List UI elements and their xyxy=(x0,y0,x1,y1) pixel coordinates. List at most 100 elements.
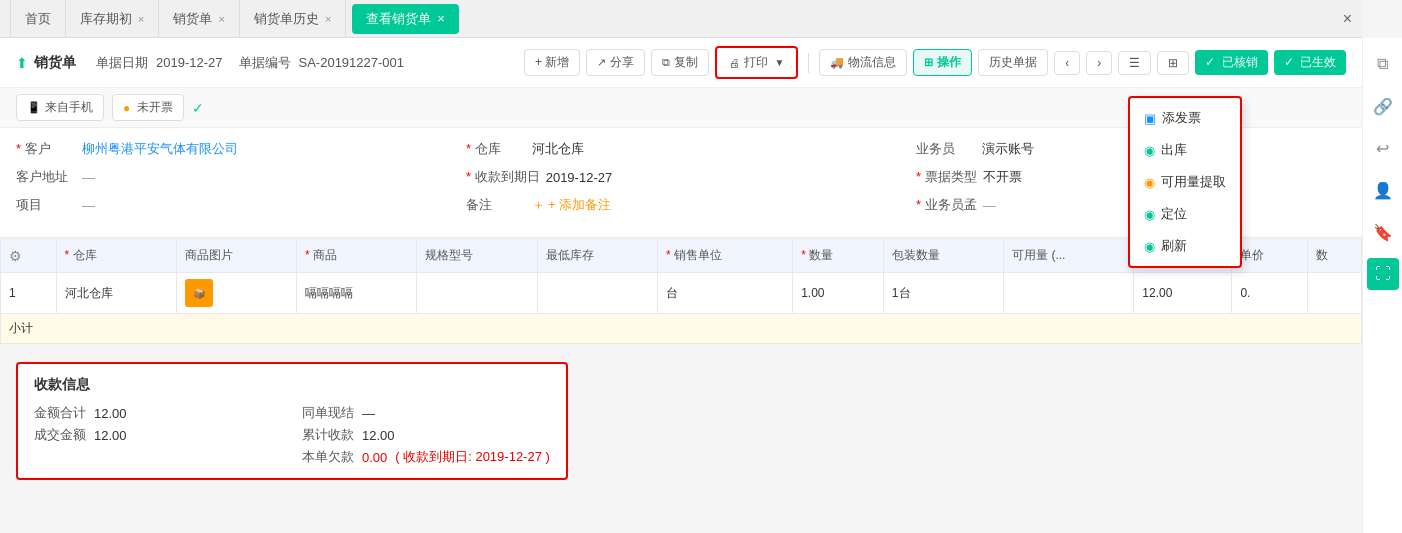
gear-icon[interactable]: ⚙ xyxy=(9,248,22,264)
doc-header: ⬆ 销货单 单据日期 2019-12-27 单据编号 SA-20191227-0… xyxy=(0,38,1362,88)
tab-sales-order[interactable]: 销货单 × xyxy=(159,0,239,38)
row-num: 1 xyxy=(1,273,57,314)
th-unit: 销售单位 xyxy=(658,239,793,273)
address-value: — xyxy=(82,170,95,185)
payment-section: 收款信息 金额合计 12.00 同单现结 — 成交金额 12.00 累计收款 1… xyxy=(0,344,1362,498)
dropdown-outbound[interactable]: ◉ 出库 xyxy=(1130,134,1240,166)
field-remark: 备注 ＋ + 添加备注 xyxy=(466,196,896,214)
tab-inventory-init[interactable]: 库存期初 × xyxy=(66,0,159,38)
check-icon: ✓ xyxy=(192,100,204,116)
th-product: 商品 xyxy=(297,239,417,273)
right-sidebar: ⧉ 🔗 ↩ 👤 🔖 ⛶ xyxy=(1362,38,1402,498)
tab-home[interactable]: 首页 xyxy=(10,0,66,38)
refresh-icon: ◉ xyxy=(1144,239,1155,254)
view-grid-btn[interactable]: ⊞ xyxy=(1157,51,1189,75)
field-due-date: 收款到期日 2019-12-27 xyxy=(466,168,896,186)
customer-label: 客户 xyxy=(16,140,76,158)
global-close-icon[interactable]: × xyxy=(1343,10,1352,28)
th-available: 可用量 (... xyxy=(1004,239,1134,273)
th-gear: ⚙ xyxy=(1,239,57,273)
deal-amount-label: 成交金额 xyxy=(34,426,86,444)
amount-total-label: 金额合计 xyxy=(34,404,86,422)
payment-same-order: 同单现结 — xyxy=(302,404,550,422)
toolbar-sep xyxy=(808,53,809,73)
tab-bar: 首页 库存期初 × 销货单 × 销货单历史 × 查看销货单 × × xyxy=(0,0,1362,38)
cumulative-label: 累计收款 xyxy=(302,426,354,444)
subtotal-label: 小计 xyxy=(1,314,1362,344)
nav-next-btn[interactable]: › xyxy=(1086,51,1112,75)
nav-prev-btn[interactable]: ‹ xyxy=(1054,51,1080,75)
row-qty: 1.00 xyxy=(793,273,884,314)
same-order-value: — xyxy=(362,406,375,421)
share-btn[interactable]: ↗ 分享 xyxy=(586,49,645,76)
tab-close-sales-order[interactable]: × xyxy=(218,13,224,25)
subtotal-row: 小计 xyxy=(1,314,1362,344)
payment-box: 收款信息 金额合计 12.00 同单现结 — 成交金额 12.00 累计收款 1… xyxy=(16,362,568,480)
logistics-btn[interactable]: 🚚 物流信息 xyxy=(819,49,907,76)
row-price: 0. xyxy=(1232,273,1308,314)
table-row: 1 河北仓库 📦 嗝嗝嗝嗝 台 1.00 1台 12.00 0. xyxy=(1,273,1362,314)
due-date-value: 2019-12-27 xyxy=(546,170,613,185)
row-min-stock xyxy=(537,273,657,314)
amount-total-value: 12.00 xyxy=(94,406,127,421)
th-qty: 数量 xyxy=(793,239,884,273)
sidebar-user-icon[interactable]: 👤 xyxy=(1367,174,1399,206)
new-btn[interactable]: + 新增 xyxy=(524,49,580,76)
outbound-icon: ◉ xyxy=(1144,143,1155,158)
row-product: 嗝嗝嗝嗝 xyxy=(297,273,417,314)
customer-value[interactable]: 柳州粤港平安气体有限公司 xyxy=(82,140,238,158)
sidebar-expand-icon[interactable]: ⛶ xyxy=(1367,258,1399,290)
field-customer: 客户 柳州粤港平安气体有限公司 xyxy=(16,140,446,158)
sold-btn[interactable]: ✓ 已核销 xyxy=(1195,50,1267,75)
payment-grid: 金额合计 12.00 同单现结 — 成交金额 12.00 累计收款 12.00 … xyxy=(34,404,550,466)
tab-close-sales-history[interactable]: × xyxy=(325,13,331,25)
history-btn[interactable]: 历史单据 xyxy=(978,49,1048,76)
print-btn[interactable]: 🖨 打印 ▼ xyxy=(719,50,794,75)
sidebar-tag-icon[interactable]: 🔖 xyxy=(1367,216,1399,248)
print-btn-highlight: 🖨 打印 ▼ xyxy=(715,46,798,79)
warehouse-label: 仓库 xyxy=(466,140,526,158)
operation-btn[interactable]: ⊞ 操作 xyxy=(913,49,972,76)
ticket-type-value: 不开票 xyxy=(983,168,1022,186)
view-list-btn[interactable]: ☰ xyxy=(1118,51,1151,75)
tab-sales-history[interactable]: 销货单历史 × xyxy=(240,0,346,38)
add-invoice-icon: ▣ xyxy=(1144,111,1156,126)
sidebar-copy-icon[interactable]: ⧉ xyxy=(1367,48,1399,80)
dropdown-refresh[interactable]: ◉ 刷新 xyxy=(1130,230,1240,262)
th-warehouse: 仓库 xyxy=(56,239,176,273)
tab-close-inventory-init[interactable]: × xyxy=(138,13,144,25)
sidebar-link-icon[interactable]: 🔗 xyxy=(1367,90,1399,122)
field-address: 客户地址 — xyxy=(16,168,446,186)
product-thumbnail: 📦 xyxy=(185,279,213,307)
copy-btn[interactable]: ⧉ 复制 xyxy=(651,49,709,76)
this-order-due-value: 0.00 xyxy=(362,450,387,465)
add-remark-btn[interactable]: ＋ + 添加备注 xyxy=(532,196,611,214)
payment-deal-amount: 成交金额 12.00 xyxy=(34,426,282,444)
not-open-btn[interactable]: 未开票 xyxy=(112,94,184,121)
this-order-due-label: 本单欠款 xyxy=(302,448,354,466)
row-amount xyxy=(1308,273,1362,314)
dropdown-available-qty[interactable]: ◉ 可用量提取 xyxy=(1130,166,1240,198)
cumulative-value: 12.00 xyxy=(362,428,395,443)
dropdown-locate[interactable]: ◉ 定位 xyxy=(1130,198,1240,230)
row-spec xyxy=(417,273,537,314)
doc-date-label: 单据日期 2019-12-27 xyxy=(96,54,223,72)
field-warehouse: 仓库 河北仓库 xyxy=(466,140,896,158)
row-pack-qty: 1台 xyxy=(883,273,1003,314)
doc-meta: 单据日期 2019-12-27 单据编号 SA-20191227-001 xyxy=(96,54,404,72)
tab-close-view-sales[interactable]: × xyxy=(437,11,445,26)
tab-view-sales-order[interactable]: 查看销货单 × xyxy=(352,4,459,34)
project-label: 项目 xyxy=(16,196,76,214)
available-qty-icon: ◉ xyxy=(1144,175,1155,190)
th-img: 商品图片 xyxy=(176,239,296,273)
due-date-label: 收款到期日 xyxy=(466,168,540,186)
from-phone-btn[interactable]: 📱 来自手机 xyxy=(16,94,104,121)
th-pack-qty: 包装数量 xyxy=(883,239,1003,273)
staff2-label: 业务员孟 xyxy=(916,196,977,214)
address-label: 客户地址 xyxy=(16,168,76,186)
row-img: 📦 xyxy=(176,273,296,314)
sidebar-return-icon[interactable]: ↩ xyxy=(1367,132,1399,164)
warehouse-value: 河北仓库 xyxy=(532,140,584,158)
dropdown-add-invoice[interactable]: ▣ 添发票 xyxy=(1130,102,1240,134)
effect-btn[interactable]: ✓ 已生效 xyxy=(1274,50,1346,75)
